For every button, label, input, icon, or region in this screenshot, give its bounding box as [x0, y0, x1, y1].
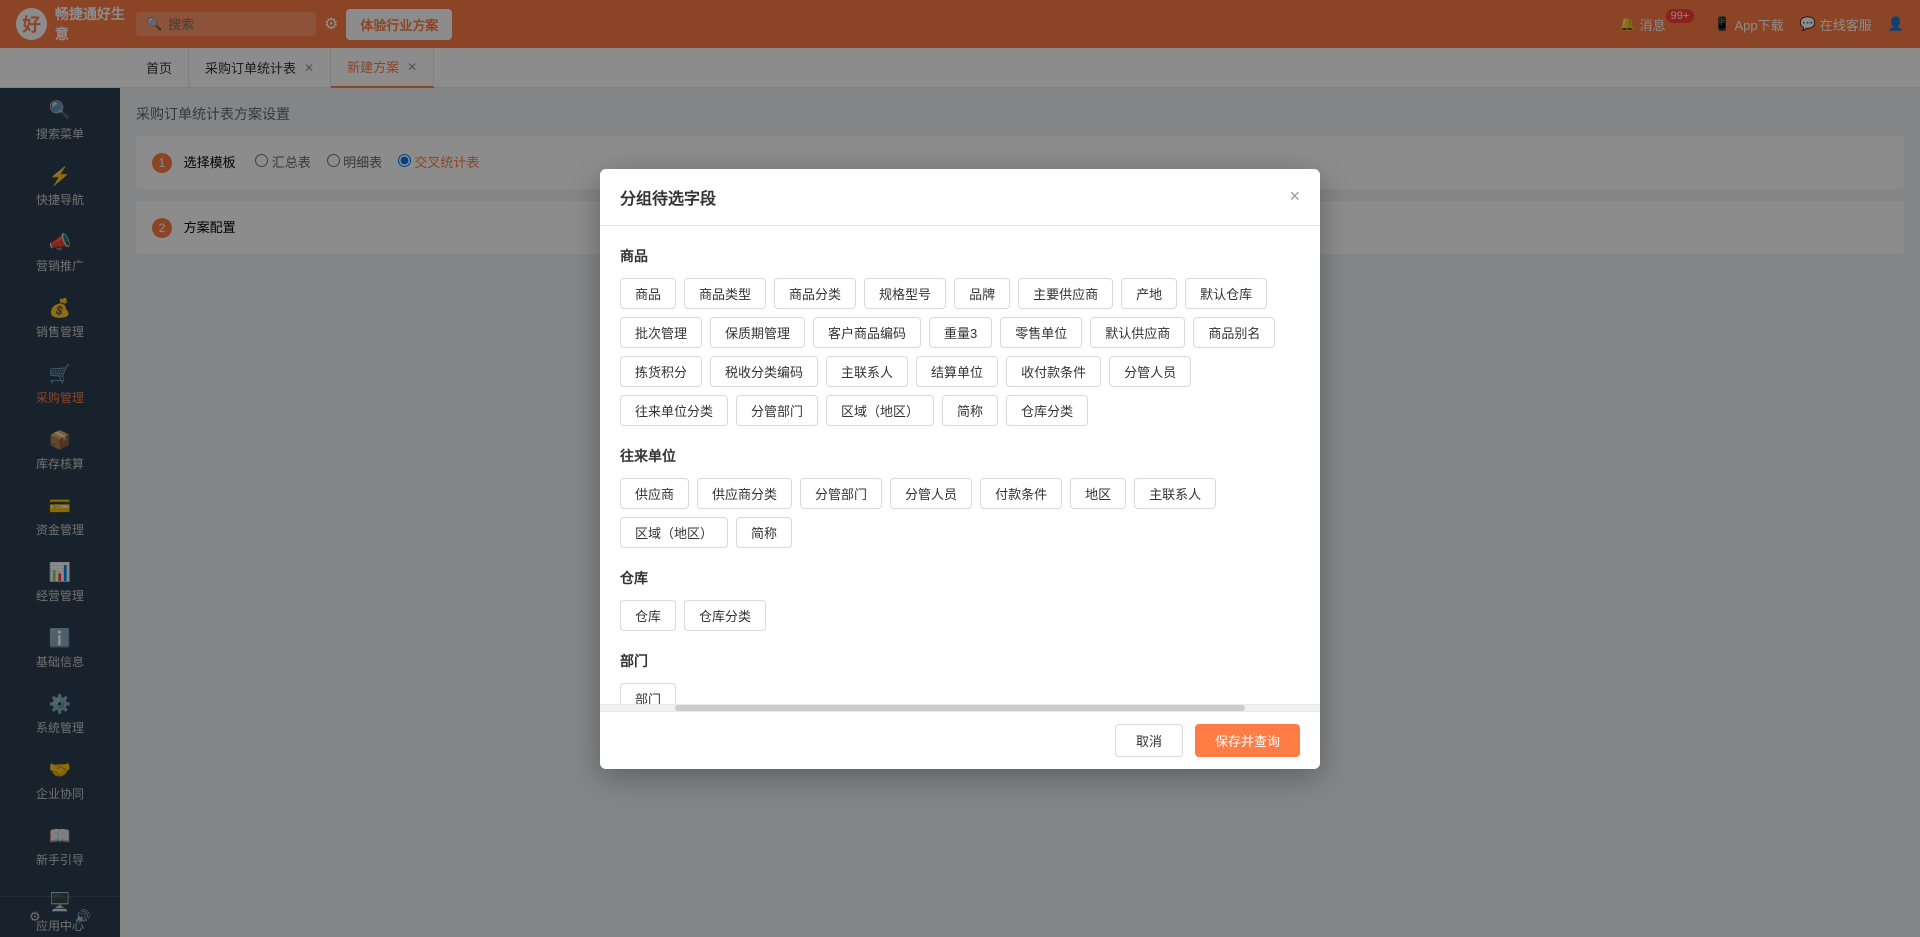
confirm-button[interactable]: 保存并查询 [1195, 724, 1300, 757]
field-tag-1-2[interactable]: 分管部门 [800, 478, 882, 509]
field-tag-1-0[interactable]: 供应商 [620, 478, 689, 509]
field-group-title-0: 商品 [620, 246, 1300, 266]
field-tag-0-1[interactable]: 商品类型 [684, 278, 766, 309]
field-tags-1: 供应商供应商分类分管部门分管人员付款条件地区主联系人区域（地区） 简称 [620, 478, 1300, 548]
field-group-0: 商品商品商品类型商品分类规格型号品牌主要供应商产地默认仓库批次管理保质期管理客户… [620, 246, 1300, 426]
field-tag-0-14[interactable]: 商品别名 [1193, 317, 1275, 348]
field-group-2: 仓库仓库仓库分类 [620, 568, 1300, 631]
modal-close-button[interactable]: × [1289, 186, 1300, 207]
modal-overlay: 分组待选字段 × 商品商品商品类型商品分类规格型号品牌主要供应商产地默认仓库批次… [0, 0, 1920, 937]
modal-scroll-track [600, 704, 1320, 711]
field-tag-3-0[interactable]: 部门 [620, 683, 676, 704]
field-tag-0-9[interactable]: 保质期管理 [710, 317, 805, 348]
field-tag-0-16[interactable]: 税收分类编码 [710, 356, 818, 387]
field-tag-0-22[interactable]: 分管部门 [736, 395, 818, 426]
modal-body[interactable]: 商品商品商品类型商品分类规格型号品牌主要供应商产地默认仓库批次管理保质期管理客户… [600, 226, 1320, 704]
modal: 分组待选字段 × 商品商品商品类型商品分类规格型号品牌主要供应商产地默认仓库批次… [600, 169, 1320, 769]
field-tag-0-13[interactable]: 默认供应商 [1090, 317, 1185, 348]
field-tags-0: 商品商品类型商品分类规格型号品牌主要供应商产地默认仓库批次管理保质期管理客户商品… [620, 278, 1300, 426]
field-tag-1-3[interactable]: 分管人员 [890, 478, 972, 509]
field-tag-0-8[interactable]: 批次管理 [620, 317, 702, 348]
field-tag-0-0[interactable]: 商品 [620, 278, 676, 309]
field-tag-0-17[interactable]: 主联系人 [826, 356, 908, 387]
field-group-title-1: 往来单位 [620, 446, 1300, 466]
field-tag-0-6[interactable]: 产地 [1121, 278, 1177, 309]
field-tag-2-1[interactable]: 仓库分类 [684, 600, 766, 631]
field-group-1: 往来单位供应商供应商分类分管部门分管人员付款条件地区主联系人区域（地区） 简称 [620, 446, 1300, 548]
field-tag-1-8[interactable]: 简称 [736, 517, 792, 548]
field-tags-2: 仓库仓库分类 [620, 600, 1300, 631]
field-tag-0-11[interactable]: 重量3 [929, 317, 992, 348]
field-tag-0-21[interactable]: 往来单位分类 [620, 395, 728, 426]
field-tag-0-19[interactable]: 收付款条件 [1006, 356, 1101, 387]
field-group-title-3: 部门 [620, 651, 1300, 671]
cancel-button[interactable]: 取消 [1115, 724, 1183, 757]
field-tag-1-7[interactable]: 区域（地区） [620, 517, 728, 548]
field-group-title-2: 仓库 [620, 568, 1300, 588]
field-tag-0-25[interactable]: 仓库分类 [1006, 395, 1088, 426]
field-tag-1-5[interactable]: 地区 [1070, 478, 1126, 509]
field-tag-0-5[interactable]: 主要供应商 [1018, 278, 1113, 309]
field-group-3: 部门部门 [620, 651, 1300, 704]
field-tags-3: 部门 [620, 683, 1300, 704]
field-tag-0-20[interactable]: 分管人员 [1109, 356, 1191, 387]
field-tag-0-18[interactable]: 结算单位 [916, 356, 998, 387]
field-tag-0-10[interactable]: 客户商品编码 [813, 317, 921, 348]
modal-header: 分组待选字段 × [600, 169, 1320, 226]
field-tag-0-15[interactable]: 拣货积分 [620, 356, 702, 387]
field-tag-0-4[interactable]: 品牌 [954, 278, 1010, 309]
field-tag-0-23[interactable]: 区域（地区） [826, 395, 934, 426]
field-tag-0-7[interactable]: 默认仓库 [1185, 278, 1267, 309]
field-tag-0-24[interactable]: 简称 [942, 395, 998, 426]
modal-footer: 取消 保存并查询 [600, 711, 1320, 769]
field-tag-1-1[interactable]: 供应商分类 [697, 478, 792, 509]
field-tag-2-0[interactable]: 仓库 [620, 600, 676, 631]
field-tag-0-3[interactable]: 规格型号 [864, 278, 946, 309]
modal-title: 分组待选字段 [620, 185, 716, 209]
field-tag-1-4[interactable]: 付款条件 [980, 478, 1062, 509]
field-tag-1-6[interactable]: 主联系人 [1134, 478, 1216, 509]
field-tag-0-2[interactable]: 商品分类 [774, 278, 856, 309]
field-tag-0-12[interactable]: 零售单位 [1000, 317, 1082, 348]
